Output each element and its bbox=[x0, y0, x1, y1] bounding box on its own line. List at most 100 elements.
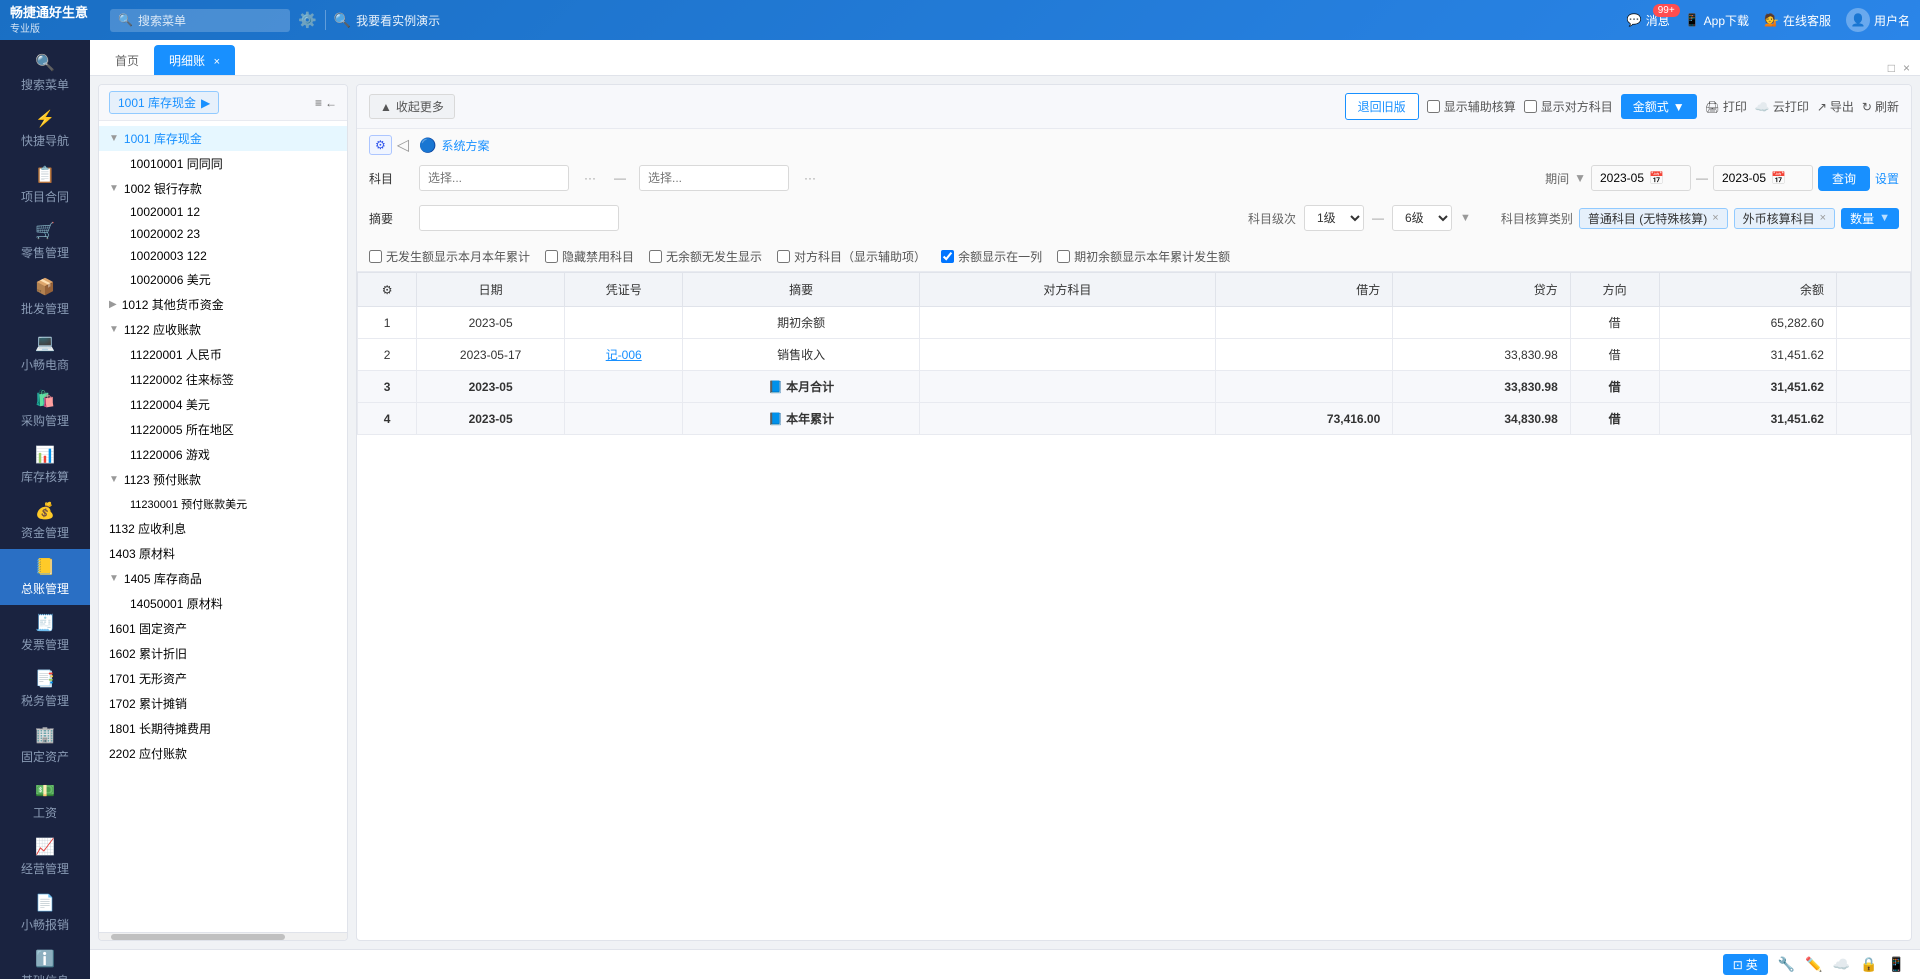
tree-item-14050001[interactable]: 14050001 原材料 bbox=[99, 591, 347, 616]
checkbox-no-balance[interactable]: 无余额无发生显示 bbox=[649, 248, 762, 265]
checkbox-opening-balance[interactable]: 期初余额显示本年累计发生额 bbox=[1057, 248, 1230, 265]
tag-close-icon[interactable]: × bbox=[1712, 212, 1718, 224]
level-down-icon[interactable]: ▼ bbox=[1460, 212, 1471, 224]
status-icon-1[interactable]: 🔧 bbox=[1778, 956, 1795, 973]
tree-collapse-icon[interactable]: ← bbox=[325, 96, 337, 110]
tree-item-1403[interactable]: 1403 原材料 bbox=[99, 541, 347, 566]
tree-item-1123[interactable]: ▼ 1123 预付账款 bbox=[99, 467, 347, 492]
tree-item-1701[interactable]: 1701 无形资产 bbox=[99, 666, 347, 691]
table-area[interactable]: ⚙ 日期 凭证号 摘要 对方科目 借方 贷方 方向 余额 bbox=[357, 272, 1911, 940]
refresh-btn[interactable]: ↻ 刷新 bbox=[1862, 98, 1899, 115]
account-nav-icon[interactable]: ▶ bbox=[201, 96, 210, 110]
sidebar-item-assets[interactable]: 🏢 固定资产 bbox=[0, 717, 90, 773]
sidebar-item-ecommerce[interactable]: 💻 小畅电商 bbox=[0, 325, 90, 381]
summary-input[interactable] bbox=[419, 205, 619, 231]
number-format-btn[interactable]: 金额式 ▼ bbox=[1621, 94, 1697, 119]
checkbox-input[interactable] bbox=[369, 250, 382, 263]
tree-item-11220004[interactable]: 11220004 美元 bbox=[99, 392, 347, 417]
checkbox-hide-disabled[interactable]: 隐藏禁用科目 bbox=[545, 248, 634, 265]
category-tag-2[interactable]: 外币核算科目 × bbox=[1734, 208, 1835, 229]
tree-item-10020003[interactable]: 10020003 122 bbox=[99, 245, 347, 267]
sidebar-item-salary[interactable]: 💵 工资 bbox=[0, 773, 90, 829]
settings-icon[interactable]: ⚙️ bbox=[298, 11, 317, 29]
category-tag-1[interactable]: 普通科目 (无特殊核算) × bbox=[1579, 208, 1728, 229]
tree-item-1012[interactable]: ▶ 1012 其他货币资金 bbox=[99, 292, 347, 317]
setting-link-btn[interactable]: 设置 bbox=[1875, 170, 1899, 187]
export-btn[interactable]: ↗ 导出 bbox=[1817, 98, 1854, 115]
sidebar-item-capital[interactable]: 💰 资金管理 bbox=[0, 493, 90, 549]
show-auxiliary-checkbox[interactable]: 显示辅助核算 bbox=[1427, 98, 1516, 115]
query-btn[interactable]: 查询 bbox=[1818, 166, 1870, 191]
selected-account-tag[interactable]: 1001 库存现金 ▶ bbox=[109, 91, 219, 114]
quantity-tag[interactable]: 数量 ▼ bbox=[1841, 208, 1899, 229]
tree-item-1801[interactable]: 1801 长期待摊费用 bbox=[99, 716, 347, 741]
sidebar-item-inventory[interactable]: 📊 库存核算 bbox=[0, 437, 90, 493]
tree-item-10020006[interactable]: 10020006 美元 bbox=[99, 267, 347, 292]
app-download-btn[interactable]: 📱 App下载 bbox=[1685, 12, 1749, 29]
horizontal-scrollbar[interactable] bbox=[99, 932, 347, 940]
auxiliary-checkbox-input[interactable] bbox=[1427, 100, 1440, 113]
tree-item-11220001[interactable]: 11220001 人民币 bbox=[99, 342, 347, 367]
cell-voucher[interactable]: 记-006 bbox=[565, 339, 683, 371]
checkbox-input[interactable] bbox=[777, 250, 790, 263]
show-opposite-checkbox[interactable]: 显示对方科目 bbox=[1524, 98, 1613, 115]
tree-item-11220006[interactable]: 11220006 游戏 bbox=[99, 442, 347, 467]
tag-close-icon[interactable]: × bbox=[1820, 212, 1826, 224]
print-btn[interactable]: 🖨 打印 bbox=[1705, 98, 1747, 115]
tree-item-10020001[interactable]: 10020001 12 bbox=[99, 201, 347, 223]
tree-item-11220002[interactable]: 11220002 往来标签 bbox=[99, 367, 347, 392]
checkbox-input[interactable] bbox=[941, 250, 954, 263]
tree-item-1002[interactable]: ▼ 1002 银行存款 bbox=[99, 176, 347, 201]
voucher-link[interactable]: 记-006 bbox=[606, 348, 642, 362]
user-avatar-btn[interactable]: 👤 用户名 bbox=[1846, 8, 1910, 32]
sidebar-item-basic[interactable]: ℹ️ 基础信息 bbox=[0, 941, 90, 979]
period-start-input[interactable]: 2023-05 📅 bbox=[1591, 165, 1691, 191]
sidebar-item-quick-nav[interactable]: ⚡ 快捷导航 bbox=[0, 101, 90, 157]
online-service-btn[interactable]: 💁 在线客服 bbox=[1764, 12, 1831, 29]
checkbox-input[interactable] bbox=[649, 250, 662, 263]
account-input[interactable] bbox=[419, 165, 569, 191]
scheme-label[interactable]: 系统方案 bbox=[442, 137, 490, 154]
sidebar-item-wholesale[interactable]: 📦 批发管理 bbox=[0, 269, 90, 325]
menu-search[interactable]: 🔍 搜索菜单 bbox=[110, 9, 290, 32]
tab-ledger[interactable]: 明细账 × bbox=[154, 45, 235, 75]
tab-home[interactable]: 首页 bbox=[100, 45, 154, 75]
sidebar-item-operations[interactable]: 📈 经营管理 bbox=[0, 829, 90, 885]
sidebar-item-invoice[interactable]: 🧾 发票管理 bbox=[0, 605, 90, 661]
status-icon-4[interactable]: 🔒 bbox=[1860, 956, 1877, 973]
tree-item-1132[interactable]: 1132 应收利息 bbox=[99, 516, 347, 541]
checkbox-input[interactable] bbox=[545, 250, 558, 263]
sidebar-item-report[interactable]: 📄 小畅报销 bbox=[0, 885, 90, 941]
tree-item-11220005[interactable]: 11220005 所在地区 bbox=[99, 417, 347, 442]
tree-container[interactable]: ▼ 1001 库存现金 10010001 同同同 ▼ 1002 银行存款 bbox=[99, 121, 347, 932]
tree-item-11230001[interactable]: 11230001 预付账款美元 bbox=[99, 492, 347, 516]
opposite-checkbox-input[interactable] bbox=[1524, 100, 1537, 113]
tree-item-1122[interactable]: ▼ 1122 应收账款 bbox=[99, 317, 347, 342]
sidebar-item-tax[interactable]: 📑 税务管理 bbox=[0, 661, 90, 717]
status-icon-2[interactable]: ✏️ bbox=[1805, 956, 1822, 973]
period-end-input[interactable]: 2023-05 📅 bbox=[1713, 165, 1813, 191]
tree-item-1702[interactable]: 1702 累计摊销 bbox=[99, 691, 347, 716]
tree-item-10010001[interactable]: 10010001 同同同 bbox=[99, 151, 347, 176]
tree-item-1602[interactable]: 1602 累计折旧 bbox=[99, 641, 347, 666]
tab-close-icon[interactable]: × bbox=[214, 56, 220, 68]
query-settings-btn[interactable]: ⚙ bbox=[369, 135, 392, 155]
expand-btn[interactable]: ▲ 收起更多 bbox=[369, 94, 455, 119]
status-icon-5[interactable]: 📱 bbox=[1888, 956, 1905, 973]
return-old-version-btn[interactable]: 退回旧版 bbox=[1345, 93, 1419, 120]
tree-item-10020002[interactable]: 10020002 23 bbox=[99, 223, 347, 245]
level-start-select[interactable]: 1级2级3级 bbox=[1304, 205, 1364, 231]
tab-maximize-btn[interactable]: □ bbox=[1888, 61, 1895, 75]
th-settings[interactable]: ⚙ bbox=[358, 273, 417, 307]
level-end-select[interactable]: 6级5级4级 bbox=[1392, 205, 1452, 231]
tree-item-1001[interactable]: ▼ 1001 库存现金 bbox=[99, 126, 347, 151]
checkbox-balance-one-col[interactable]: 余额显示在一列 bbox=[941, 248, 1042, 265]
tag-close-icon[interactable]: ▼ bbox=[1879, 212, 1890, 224]
checkbox-no-amount[interactable]: 无发生额显示本月本年累计 bbox=[369, 248, 530, 265]
tree-item-1601[interactable]: 1601 固定资产 bbox=[99, 616, 347, 641]
sidebar-item-ledger[interactable]: 📒 总账管理 bbox=[0, 549, 90, 605]
status-icon-3[interactable]: ☁️ bbox=[1833, 956, 1850, 973]
tree-item-1405[interactable]: ▼ 1405 库存商品 bbox=[99, 566, 347, 591]
demo-link[interactable]: 🔍 我要看实例演示 bbox=[334, 12, 440, 29]
tree-item-2202[interactable]: 2202 应付账款 bbox=[99, 741, 347, 766]
